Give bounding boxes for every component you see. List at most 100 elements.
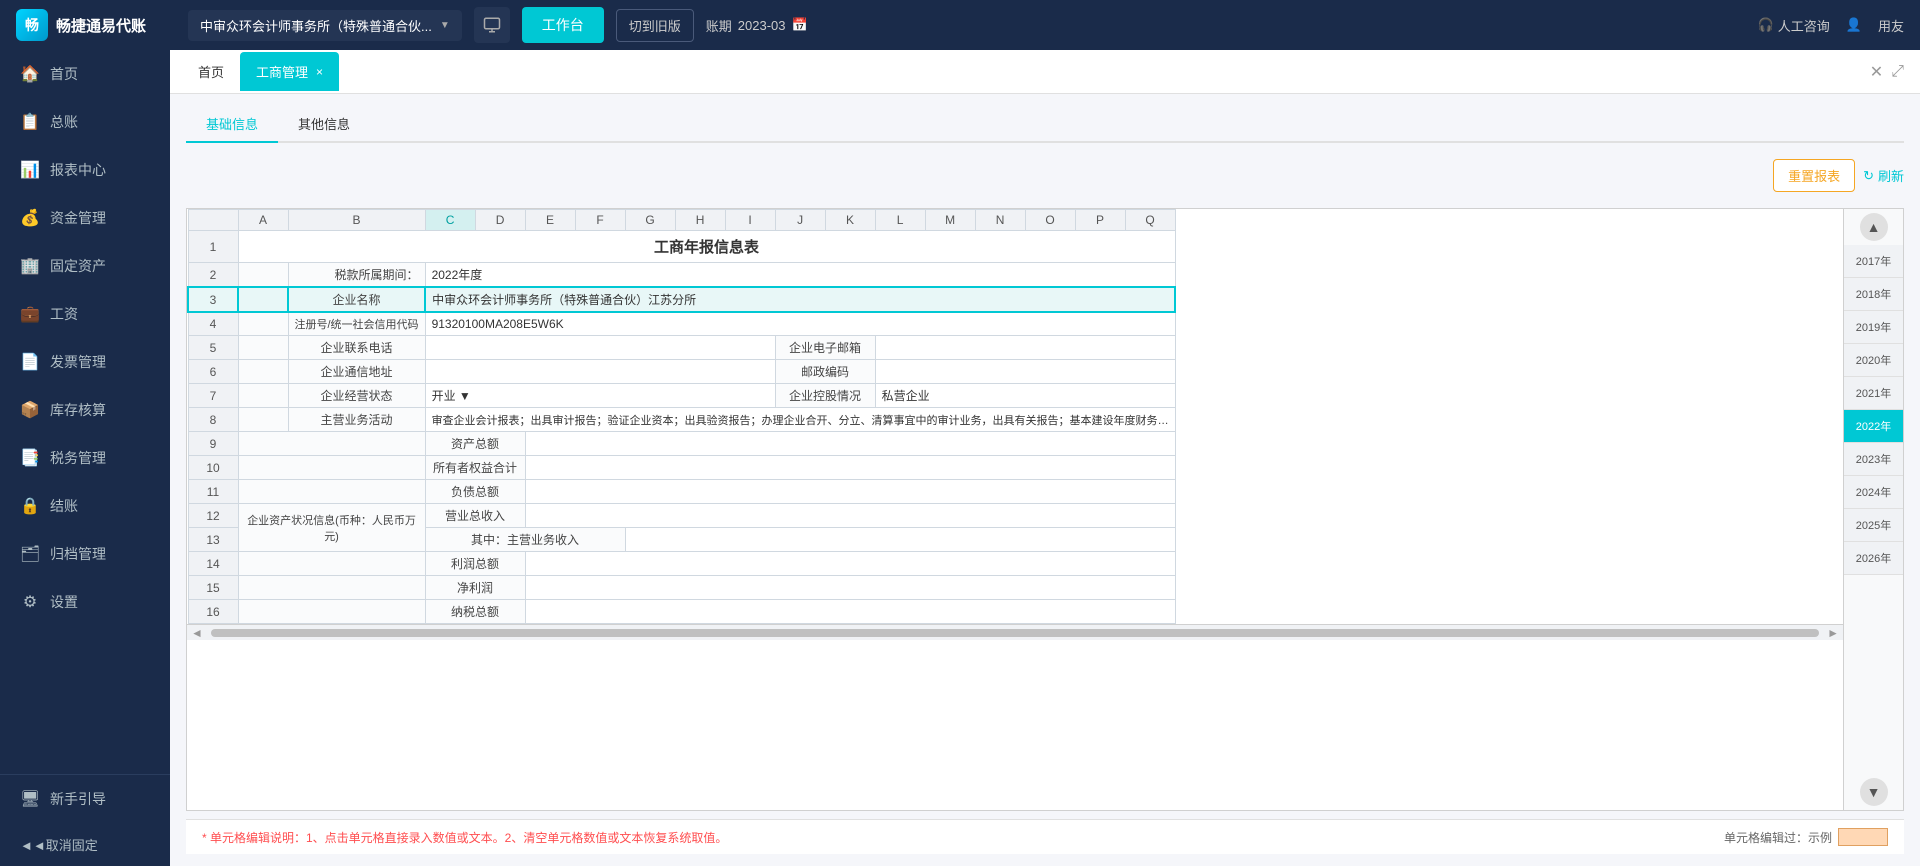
year-2020[interactable]: 2020年 <box>1844 344 1903 377</box>
report-icon: 📊 <box>20 160 40 180</box>
sidebar-item-close[interactable]: 🔒 结账 <box>0 482 170 530</box>
fixed-icon: 🏢 <box>20 256 40 276</box>
topbar: 畅 畅捷通易代账 中审众环会计师事务所（特殊普通合伙... ▼ 工作台 切到旧版… <box>0 0 1920 50</box>
horizontal-scrollbar[interactable]: ◄ ► <box>187 624 1843 640</box>
cell-14e[interactable] <box>525 552 1175 576</box>
cell-3c[interactable]: 中审众环会计师事务所（特殊普通合伙）江苏分所 <box>425 287 1175 312</box>
cell-13c: 其中：主营业务收入 <box>425 528 625 552</box>
tax-icon: 📑 <box>20 448 40 468</box>
cell-13e[interactable] <box>625 528 1175 552</box>
cell-7c[interactable]: 开业 ▼ <box>425 384 775 408</box>
capital-icon: 💰 <box>20 208 40 228</box>
corner-cell <box>188 210 238 231</box>
archive-icon: 🗂 <box>20 544 40 564</box>
calendar-icon[interactable]: 📅 <box>792 17 808 33</box>
tab-close-icon[interactable]: × <box>316 65 323 79</box>
cell-8a <box>238 408 288 432</box>
reset-report-button[interactable]: 重置报表 <box>1773 159 1855 192</box>
cell-4c[interactable]: 91320100MA208E5W6K <box>425 312 1175 336</box>
year-2026[interactable]: 2026年 <box>1844 542 1903 575</box>
sidebar-label-invoice: 发票管理 <box>50 352 106 372</box>
year-2019[interactable]: 2019年 <box>1844 311 1903 344</box>
cell-3a <box>238 287 288 312</box>
sidebar-item-fixed[interactable]: 🏢 固定资产 <box>0 242 170 290</box>
app-name: 畅捷通易代账 <box>56 15 146 36</box>
cell-6c[interactable] <box>425 360 775 384</box>
row-num-2: 2 <box>188 263 238 288</box>
period-area: 账期 2023-03 📅 <box>706 16 808 35</box>
year-up-arrow[interactable]: ▲ <box>1860 213 1888 241</box>
cell-6k[interactable] <box>875 360 1175 384</box>
cell-5c[interactable] <box>425 336 775 360</box>
tab-gongshang-label: 工商管理 <box>256 62 308 81</box>
cell-16ab <box>238 600 425 624</box>
sidebar-item-tax[interactable]: 📑 税务管理 <box>0 434 170 482</box>
sidebar-item-salary[interactable]: 💼 工资 <box>0 290 170 338</box>
year-2025[interactable]: 2025年 <box>1844 509 1903 542</box>
sidebar-item-report[interactable]: 📊 报表中心 <box>0 146 170 194</box>
year-2022[interactable]: 2022年 <box>1844 410 1903 443</box>
help-button[interactable]: 🎧 人工咨询 <box>1758 16 1830 35</box>
cell-16e[interactable] <box>525 600 1175 624</box>
row-num-15: 15 <box>188 576 238 600</box>
spreadsheet-main[interactable]: A B C D E F G H I J K L M <box>187 209 1843 810</box>
refresh-button[interactable]: ↻ 刷新 <box>1863 166 1904 185</box>
year-2023[interactable]: 2023年 <box>1844 443 1903 476</box>
table-row: 16 纳税总额 <box>188 600 1175 624</box>
cell-8c[interactable]: 审查企业会计报表；出具审计报告；验证企业资本；出具验资报告；办理企业合开、分立、… <box>425 408 1175 432</box>
inventory-icon: 📦 <box>20 400 40 420</box>
toolbar: 重置报表 ↻ 刷新 <box>186 159 1904 192</box>
salary-icon: 💼 <box>20 304 40 324</box>
example-label: 单元格编辑过：示例 <box>1724 829 1832 846</box>
year-2018[interactable]: 2018年 <box>1844 278 1903 311</box>
year-2017[interactable]: 2017年 <box>1844 245 1903 278</box>
year-down-arrow[interactable]: ▼ <box>1860 778 1888 806</box>
sidebar-unpin[interactable]: ◄◄取消固定 <box>0 823 170 866</box>
sidebar-item-capital[interactable]: 💰 资金管理 <box>0 194 170 242</box>
table-row: 7 企业经营状态 开业 ▼ 企业控股情况 私营企业 <box>188 384 1175 408</box>
cell-2a <box>238 263 288 288</box>
sidebar-label-newuser: 新手引导 <box>50 789 106 809</box>
row-num-3: 3 <box>188 287 238 312</box>
spreadsheet-table: A B C D E F G H I J K L M <box>187 209 1176 624</box>
row-num-13: 13 <box>188 528 238 552</box>
cell-9e[interactable] <box>525 432 1175 456</box>
sidebar-item-settings[interactable]: ⚙ 设置 <box>0 578 170 626</box>
year-2021[interactable]: 2021年 <box>1844 377 1903 410</box>
workbench-button[interactable]: 工作台 <box>522 7 604 43</box>
scrollbar-thumb[interactable] <box>211 629 1819 637</box>
expand-icon[interactable]: ⤢ <box>1891 63 1904 81</box>
sidebar-item-archive[interactable]: 🗂 归档管理 <box>0 530 170 578</box>
cell-14c: 利润总额 <box>425 552 525 576</box>
company-icon-btn[interactable] <box>474 7 510 43</box>
tab-gongshang[interactable]: 工商管理 × <box>240 52 339 91</box>
cell-10e[interactable] <box>525 456 1175 480</box>
cell-11e[interactable] <box>525 480 1175 504</box>
content-area: 基础信息 其他信息 重置报表 ↻ 刷新 A B C <box>170 94 1920 866</box>
sidebar-item-invoice[interactable]: 📄 发票管理 <box>0 338 170 386</box>
cell-5j: 企业电子邮箱 <box>775 336 875 360</box>
cell-2c[interactable]: 2022年度 <box>425 263 1175 288</box>
close-window-icon[interactable]: ✕ <box>1870 62 1883 82</box>
sidebar-item-home[interactable]: 🏠 首页 <box>0 50 170 98</box>
sidebar-item-inventory[interactable]: 📦 库存核算 <box>0 386 170 434</box>
cell-5k[interactable] <box>875 336 1175 360</box>
title-cell[interactable]: 工商年报信息表 <box>238 231 1175 263</box>
subtab-basic[interactable]: 基础信息 <box>186 106 278 143</box>
cell-9ab <box>238 432 425 456</box>
sidebar-item-ledger[interactable]: 📋 总账 <box>0 98 170 146</box>
settings-icon: ⚙ <box>20 592 40 612</box>
year-2024[interactable]: 2024年 <box>1844 476 1903 509</box>
cell-12e[interactable] <box>525 504 1175 528</box>
cell-8b: 主营业务活动 <box>288 408 425 432</box>
old-version-button[interactable]: 切到旧版 <box>616 9 694 42</box>
col-H: H <box>675 210 725 231</box>
sidebar-item-newuser[interactable]: 🖥 新手引导 <box>0 775 170 823</box>
subtab-other[interactable]: 其他信息 <box>278 106 370 143</box>
company-selector[interactable]: 中审众环会计师事务所（特殊普通合伙... ▼ <box>188 10 462 41</box>
tab-home[interactable]: 首页 <box>186 52 236 91</box>
cell-15e[interactable] <box>525 576 1175 600</box>
cell-7a <box>238 384 288 408</box>
headset-icon: 🎧 <box>1758 17 1774 33</box>
cell-7k[interactable]: 私营企业 <box>875 384 1175 408</box>
